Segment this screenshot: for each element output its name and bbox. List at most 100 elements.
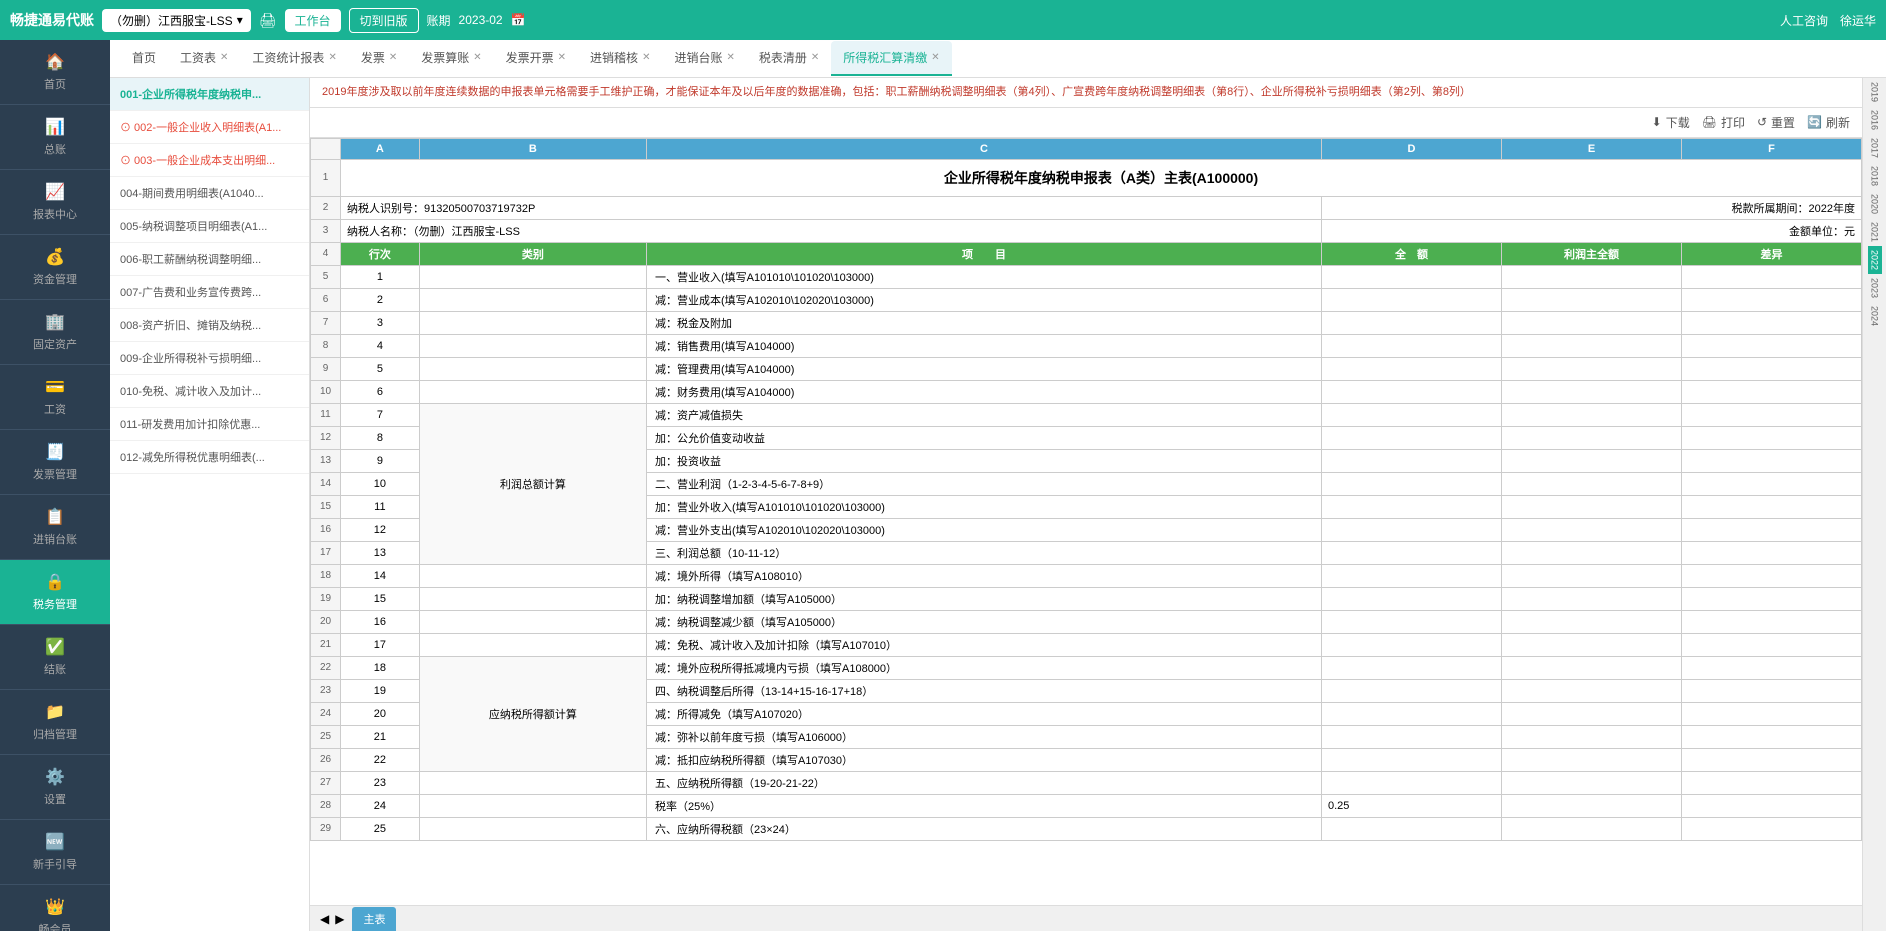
sub-list-item-009[interactable]: 009-企业所得税补亏损明细... bbox=[110, 342, 309, 375]
table-row: 19 15 加：纳税调整增加额（填写A105000） bbox=[311, 587, 1862, 610]
reset-button[interactable]: ↺ 重置 bbox=[1757, 114, 1795, 131]
table-row: 27 23 五、应纳税所得额（19-20-21-22） bbox=[311, 771, 1862, 794]
timeline-2016[interactable]: 2016 bbox=[1868, 106, 1882, 134]
sidebar-item-home[interactable]: 🏠 首页 bbox=[0, 40, 110, 105]
reset-label: 重置 bbox=[1771, 114, 1795, 131]
content-area: 首页 工资表 ✕ 工资统计报表 ✕ 发票 ✕ 发票算账 ✕ 发票开票 ✕ 进销稽… bbox=[110, 40, 1886, 931]
sub-list-item-005[interactable]: 005-纳税调整项目明细表(A1... bbox=[110, 210, 309, 243]
print-button[interactable]: 🖨 打印 bbox=[1702, 114, 1745, 131]
prev-sheet-icon[interactable]: ◀ bbox=[320, 912, 329, 926]
sidebar-item-settings[interactable]: ⚙️ 设置 bbox=[0, 755, 110, 820]
period-label: 账期 bbox=[427, 12, 451, 29]
sub-list-item-008[interactable]: 008-资产折旧、摊销及纳税... bbox=[110, 309, 309, 342]
main-layout: 🏠 首页 📊 总账 📈 报表中心 💰 资金管理 🏢 固定资产 💳 工资 🧾 发票… bbox=[0, 40, 1886, 931]
corner-cell bbox=[311, 138, 341, 159]
next-sheet-icon[interactable]: ▶ bbox=[335, 912, 344, 926]
sidebar-label-tax: 税务管理 bbox=[33, 596, 77, 612]
company-select[interactable]: （勿删）江西服宝-LSS ▾ bbox=[102, 9, 251, 32]
close-icon[interactable]: ✕ bbox=[642, 52, 650, 63]
sidebar-item-archive[interactable]: 📁 归档管理 bbox=[0, 690, 110, 755]
tab-salary[interactable]: 工资表 ✕ bbox=[168, 41, 240, 76]
close-icon[interactable]: ✕ bbox=[558, 52, 566, 63]
sidebar-label-invoice: 发票管理 bbox=[33, 466, 77, 482]
timeline-2024[interactable]: 2024 bbox=[1868, 302, 1882, 330]
table-row: 8 4 减：销售费用(填写A104000) bbox=[311, 334, 1862, 357]
download-button[interactable]: ⬇ 下载 bbox=[1652, 114, 1690, 131]
member-icon: 👑 bbox=[45, 897, 65, 917]
timeline-2023[interactable]: 2023 bbox=[1868, 274, 1882, 302]
tab-invoice[interactable]: 发票 ✕ bbox=[349, 41, 409, 76]
tax-period-cell: 税款所属期间：2022年度 bbox=[1322, 196, 1862, 219]
tab-trade-check[interactable]: 进销稽核 ✕ bbox=[578, 41, 662, 76]
close-icon[interactable]: ✕ bbox=[220, 52, 228, 63]
sub-list-item-011[interactable]: 011-研发费用加计扣除优惠... bbox=[110, 408, 309, 441]
switch-old-button[interactable]: 切到旧版 bbox=[349, 8, 419, 33]
col-b-header: B bbox=[419, 138, 646, 159]
table-row: 7 3 减：税金及附加 bbox=[311, 311, 1862, 334]
sidebar-label-salary: 工资 bbox=[44, 401, 66, 417]
timeline-sidebar: 2019 2016 2017 2018 2020 2021 2022 2023 … bbox=[1862, 78, 1886, 931]
close-icon[interactable]: ✕ bbox=[473, 52, 481, 63]
col-f-header: F bbox=[1682, 138, 1862, 159]
calendar-icon: 📅 bbox=[511, 13, 526, 27]
sidebar-item-salary[interactable]: 💳 工资 bbox=[0, 365, 110, 430]
tab-invoice-calc[interactable]: 发票算账 ✕ bbox=[409, 41, 493, 76]
timeline-2022[interactable]: 2022 bbox=[1868, 246, 1882, 274]
sidebar-item-settle[interactable]: ✅ 结账 bbox=[0, 625, 110, 690]
header-amount: 全 额 bbox=[1322, 242, 1502, 265]
sub-list-item-001[interactable]: 001-企业所得税年度纳税申... bbox=[110, 78, 309, 111]
sidebar-item-member[interactable]: 👑 畅会员 bbox=[0, 885, 110, 931]
print-icon: 🖨 bbox=[1702, 115, 1717, 129]
sidebar-item-trade[interactable]: 📋 进销台账 bbox=[0, 495, 110, 560]
header-category: 类别 bbox=[419, 242, 646, 265]
sidebar-item-guide[interactable]: 🆕 新手引导 bbox=[0, 820, 110, 885]
sidebar-label-archive: 归档管理 bbox=[33, 726, 77, 742]
sheet-tab-main[interactable]: 主表 bbox=[352, 907, 396, 931]
tax-icon: 🔒 bbox=[45, 572, 65, 592]
timeline-2019[interactable]: 2019 bbox=[1868, 78, 1882, 106]
refresh-button[interactable]: 🔄 刷新 bbox=[1807, 114, 1850, 131]
header-profit: 利润主全额 bbox=[1502, 242, 1682, 265]
invoice-icon: 🧾 bbox=[45, 442, 65, 462]
period-value: 2023-02 bbox=[459, 13, 503, 27]
sidebar-label-assets: 固定资产 bbox=[33, 336, 77, 352]
workspace-button[interactable]: 工作台 bbox=[285, 9, 341, 32]
sidebar-item-invoice[interactable]: 🧾 发票管理 bbox=[0, 430, 110, 495]
sub-list-item-002[interactable]: ⊙ 002-一般企业收入明细表(A1... bbox=[110, 111, 309, 144]
tab-trade-ledger[interactable]: 进销台账 ✕ bbox=[662, 41, 746, 76]
sub-list-item-004[interactable]: 004-期间费用明细表(A1040... bbox=[110, 177, 309, 210]
close-icon[interactable]: ✕ bbox=[931, 52, 939, 63]
app-logo: 畅捷通易代账 bbox=[10, 10, 94, 30]
bottom-tab-bar: ◀ ▶ 主表 bbox=[310, 905, 1862, 931]
timeline-2018[interactable]: 2018 bbox=[1868, 162, 1882, 190]
timeline-2021[interactable]: 2021 bbox=[1868, 218, 1882, 246]
timeline-2020[interactable]: 2020 bbox=[1868, 190, 1882, 218]
timeline-2017[interactable]: 2017 bbox=[1868, 134, 1882, 162]
close-icon[interactable]: ✕ bbox=[328, 52, 336, 63]
right-panel: 2019年度涉及取以前年度连续数据的申报表单元格需要手工维护正确，才能保证本年及… bbox=[310, 78, 1862, 931]
currency-cell: 金额单位：元 bbox=[1322, 219, 1862, 242]
tab-invoice-open[interactable]: 发票开票 ✕ bbox=[494, 41, 578, 76]
sidebar-label-settle: 结账 bbox=[44, 661, 66, 677]
sub-list-item-012[interactable]: 012-减免所得税优惠明细表(... bbox=[110, 441, 309, 474]
sidebar-item-capital[interactable]: 💰 资金管理 bbox=[0, 235, 110, 300]
sub-list-item-010[interactable]: 010-免税、减计收入及加计... bbox=[110, 375, 309, 408]
sidebar-item-assets[interactable]: 🏢 固定资产 bbox=[0, 300, 110, 365]
sidebar-item-ledger[interactable]: 📊 总账 bbox=[0, 105, 110, 170]
close-icon[interactable]: ✕ bbox=[726, 52, 734, 63]
sub-list-item-006[interactable]: 006-职工薪酬纳税调整明细... bbox=[110, 243, 309, 276]
close-icon[interactable]: ✕ bbox=[811, 52, 819, 63]
tab-income-tax[interactable]: 所得税汇算清缴 ✕ bbox=[831, 41, 951, 76]
col-d-header: D bbox=[1322, 138, 1502, 159]
top-bar: 畅捷通易代账 （勿删）江西服宝-LSS ▾ 🖨 工作台 切到旧版 账期 2023… bbox=[0, 0, 1886, 40]
warning-bar: 2019年度涉及取以前年度连续数据的申报表单元格需要手工维护正确，才能保证本年及… bbox=[310, 78, 1862, 108]
sidebar-item-tax[interactable]: 🔒 税务管理 bbox=[0, 560, 110, 625]
sub-list-item-003[interactable]: ⊙ 003-一般企业成本支出明细... bbox=[110, 144, 309, 177]
sidebar-item-report[interactable]: 📈 报表中心 bbox=[0, 170, 110, 235]
tab-salary-report[interactable]: 工资统计报表 ✕ bbox=[240, 41, 348, 76]
tab-home[interactable]: 首页 bbox=[120, 41, 168, 76]
user-service[interactable]: 人工咨询 bbox=[1780, 12, 1828, 29]
tab-tax-list[interactable]: 税表清册 ✕ bbox=[747, 41, 831, 76]
close-icon[interactable]: ✕ bbox=[389, 52, 397, 63]
sub-list-item-007[interactable]: 007-广告费和业务宣传费跨... bbox=[110, 276, 309, 309]
